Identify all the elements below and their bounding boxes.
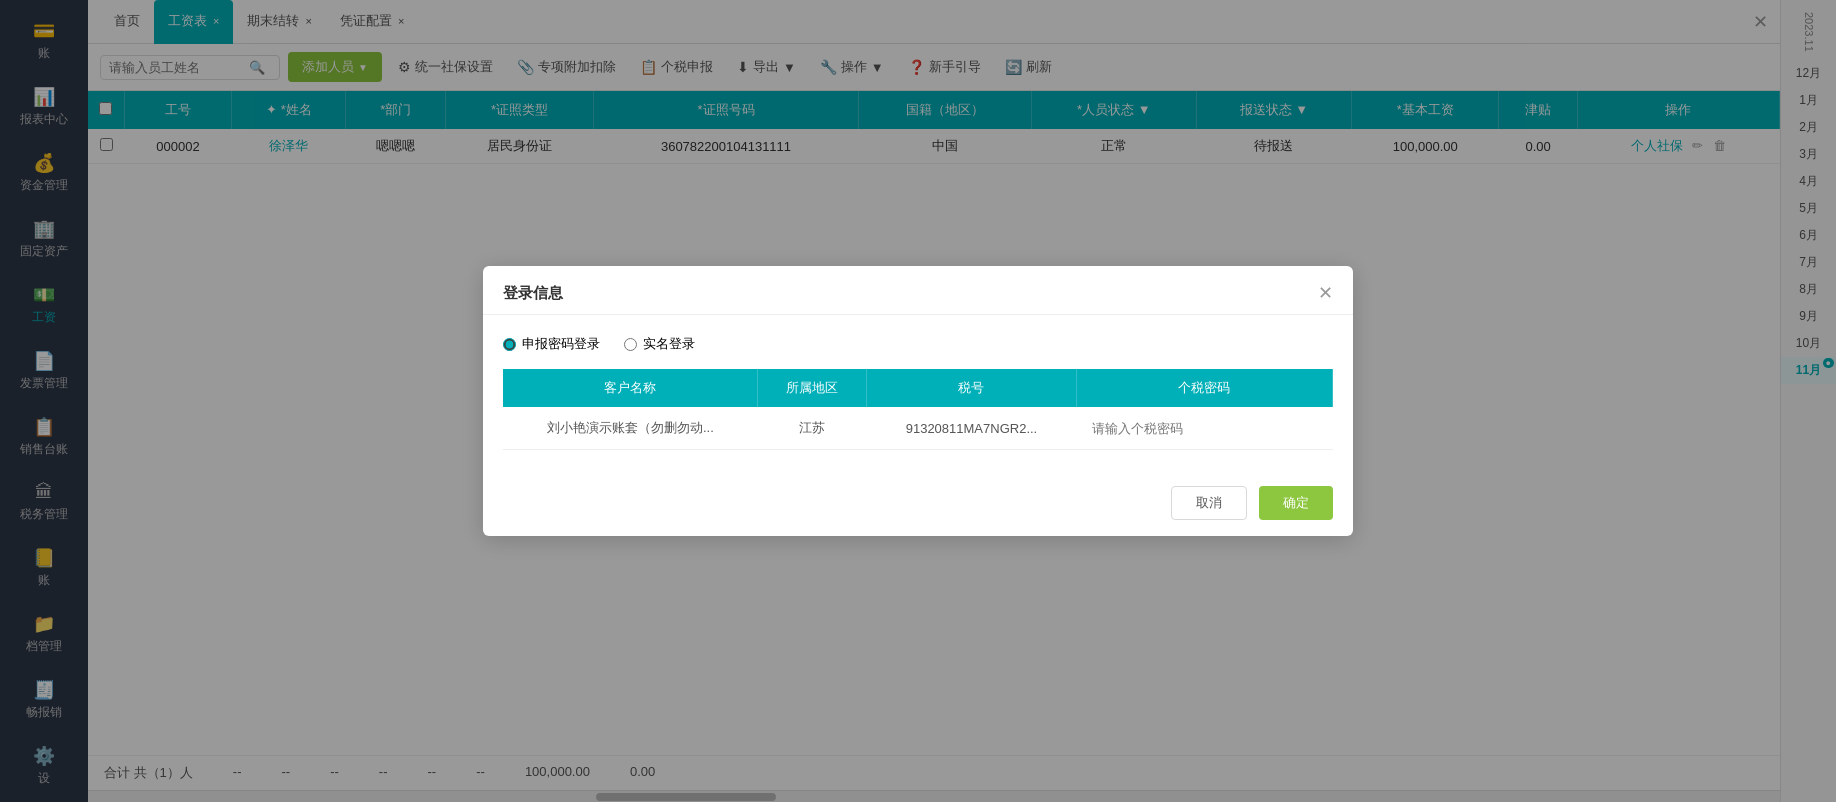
cancel-button[interactable]: 取消 [1171, 486, 1247, 520]
modal-table-row: 刘小艳演示账套（勿删勿动... 江苏 91320811MA7NGR2... [503, 407, 1333, 450]
client-name-cell: 刘小艳演示账套（勿删勿动... [503, 407, 758, 450]
modal-footer: 取消 确定 [483, 470, 1353, 536]
modal-table-header-个税密码: 个税密码 [1076, 369, 1332, 407]
radio-label-实名[interactable]: 实名登录 [624, 335, 695, 353]
modal-header: 登录信息 ✕ [483, 266, 1353, 315]
tax-number-cell: 91320811MA7NGR2... [867, 407, 1077, 450]
region-cell: 江苏 [758, 407, 867, 450]
login-modal: 登录信息 ✕ 申报密码登录 实名登录 客户名称 所属地区 [483, 266, 1353, 536]
radio-申报密码[interactable] [503, 338, 516, 351]
radio-实名[interactable] [624, 338, 637, 351]
modal-close-button[interactable]: ✕ [1318, 282, 1333, 304]
modal-body: 申报密码登录 实名登录 客户名称 所属地区 税号 个税密码 [483, 315, 1353, 470]
modal-overlay[interactable]: 登录信息 ✕ 申报密码登录 实名登录 客户名称 所属地区 [0, 0, 1836, 802]
modal-table-header-税号: 税号 [867, 369, 1077, 407]
modal-table-header-客户名称: 客户名称 [503, 369, 758, 407]
tax-password-cell[interactable] [1076, 407, 1332, 450]
radio-label-申报密码[interactable]: 申报密码登录 [503, 335, 600, 353]
login-info-table: 客户名称 所属地区 税号 个税密码 刘小艳演示账套（勿删勿动... 江苏 913… [503, 369, 1333, 450]
login-type-radio-group: 申报密码登录 实名登录 [503, 335, 1333, 353]
confirm-button[interactable]: 确定 [1259, 486, 1333, 520]
modal-title: 登录信息 [503, 284, 563, 303]
tax-password-input[interactable] [1092, 421, 1316, 436]
modal-table-header-所属地区: 所属地区 [758, 369, 867, 407]
